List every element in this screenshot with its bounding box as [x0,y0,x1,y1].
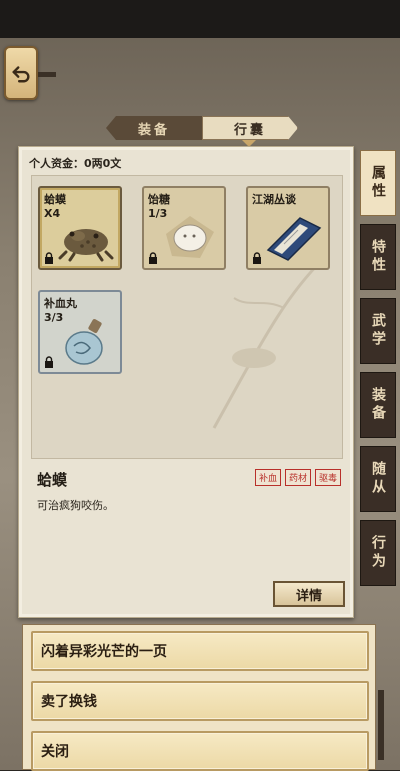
inventory-panel: 个人资金：0两0文 蛤蟆 X4 饴糖 1/3 江湖丛谈 补血丸 3/3 蛤蟆 补… [18,146,354,618]
side-tab-martial-arts[interactable]: 武学 [360,298,396,364]
item-name: 饴糖 [148,193,170,206]
toad-icon [58,229,114,262]
personal-funds: 个人资金：0两0文 [29,157,122,170]
item-name: 江湖丛谈 [252,193,296,206]
side-tab-attributes[interactable]: 属性 [360,150,396,216]
tag-badge: 补血 [254,469,281,486]
lock-icon [149,252,157,264]
item-tags: 补血 药材 驱毒 [254,469,341,486]
details-button[interactable]: 详情 [273,581,345,607]
side-tab-equipment[interactable]: 装备 [360,372,396,438]
return-arrow-icon [12,66,30,83]
selected-item-description: 可治疯狗咬伤。 [37,499,114,512]
candy-icon [166,216,214,258]
side-tab-traits[interactable]: 特性 [360,224,396,290]
scrollbar[interactable] [378,690,384,760]
item-slot-book[interactable]: 江湖丛谈 [246,186,330,270]
selected-item-title: 蛤蟆 [37,471,68,489]
item-grid: 蛤蟆 X4 饴糖 1/3 江湖丛谈 补血丸 3/3 [31,175,343,459]
status-bar [0,0,400,38]
item-name: 补血丸 [44,297,77,310]
item-name: 蛤蟆 [44,193,66,206]
choice-close[interactable]: 关闭 [31,731,369,771]
choice-glowing-page[interactable]: 闪着异彩光芒的一页 [31,631,369,671]
back-button[interactable] [4,46,38,100]
back-button-rail [38,72,56,77]
potion-bottle-icon [65,319,103,365]
book-icon [266,217,322,261]
choice-sell[interactable]: 卖了换钱 [31,681,369,721]
dialog-choices: 闪着异彩光芒的一页 卖了换钱 关闭 [22,624,376,771]
item-slot-candy[interactable]: 饴糖 1/3 [142,186,226,270]
lock-icon [253,252,261,264]
item-slot-blood-pill[interactable]: 补血丸 3/3 [38,290,122,374]
side-tab-followers[interactable]: 随从 [360,446,396,512]
tag-badge: 药材 [284,469,311,486]
inventory-tab-bar: 装备 行囊 [106,116,298,140]
tab-equipment[interactable]: 装备 [106,116,202,140]
lock-icon [45,356,53,368]
side-tab-actions[interactable]: 行为 [360,520,396,586]
lock-icon [45,252,53,264]
tag-badge: 驱毒 [314,469,341,486]
tab-bag[interactable]: 行囊 [202,116,298,140]
item-slot-toad[interactable]: 蛤蟆 X4 [38,186,122,270]
